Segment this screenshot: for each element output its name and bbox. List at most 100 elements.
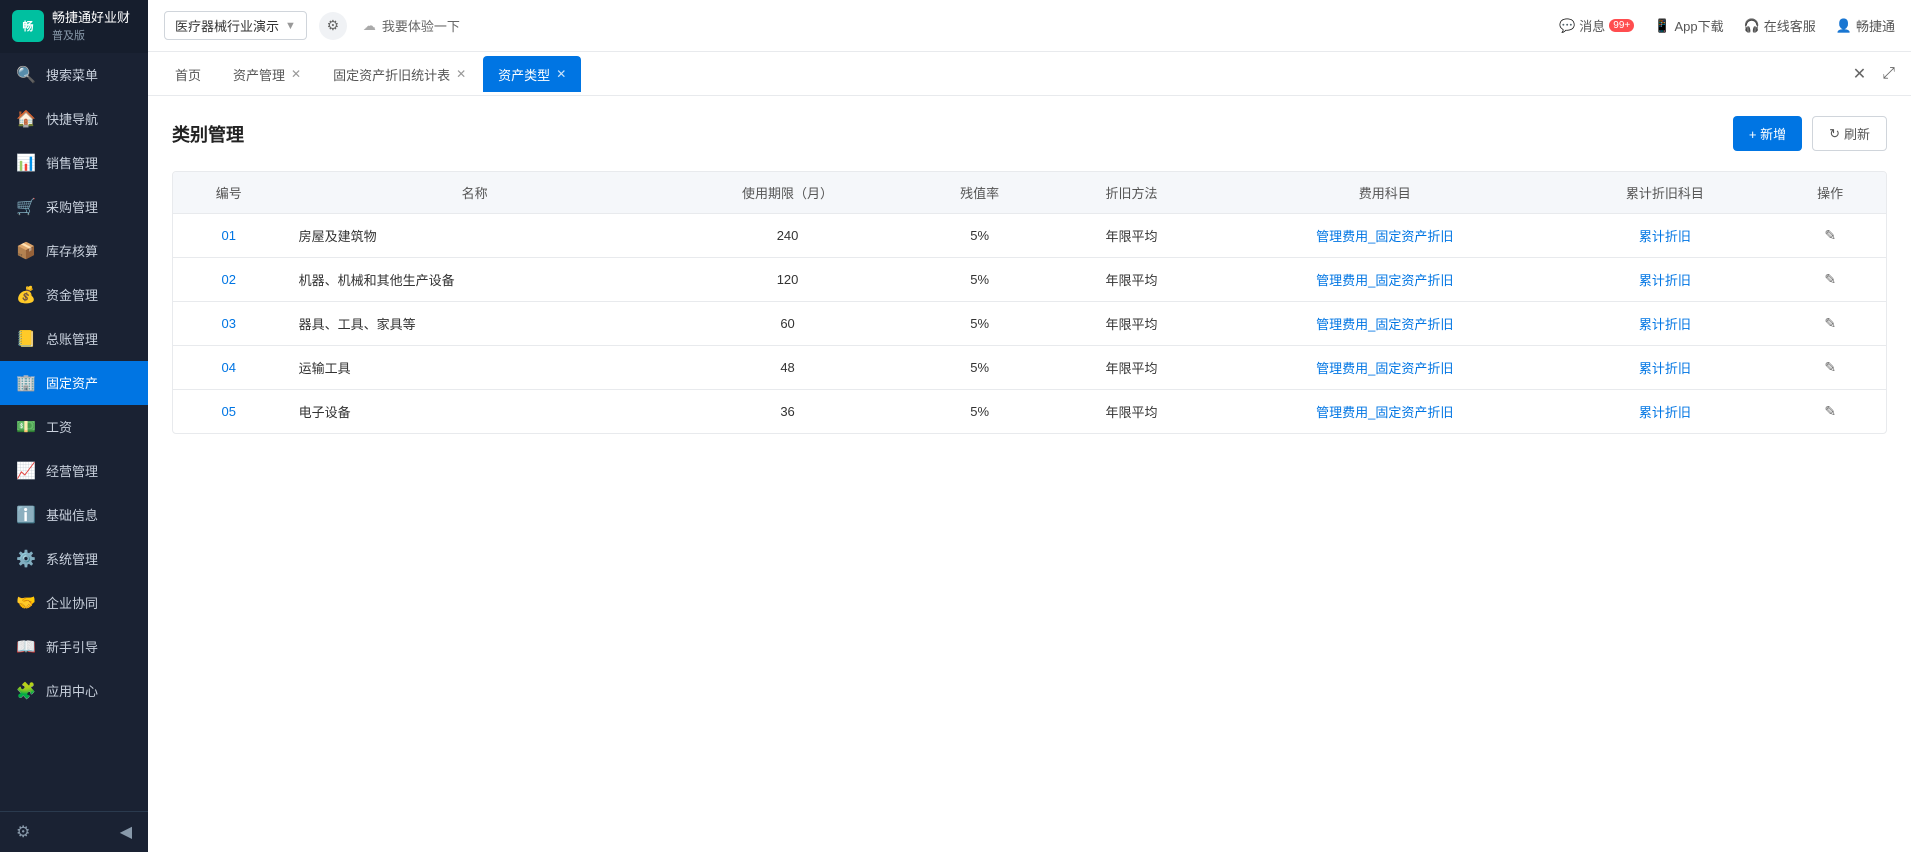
tab-home[interactable]: 首页	[160, 56, 216, 92]
sidebar-item-label: 经营管理	[46, 461, 98, 480]
company-selector[interactable]: 医疗器械行业演示 ▼	[164, 11, 307, 40]
data-table: 编号 名称 使用期限（月） 残值率 折旧方法 费用科目 累计折旧科目 操作 01…	[172, 171, 1887, 434]
ledger-icon: 📒	[16, 329, 36, 349]
logo-icon: 畅	[12, 10, 44, 42]
refresh-label: 刷新	[1844, 124, 1870, 143]
cell-useful-life: 60	[665, 302, 911, 346]
tabs-bar: 首页 资产管理 ✕ 固定资产折旧统计表 ✕ 资产类型 ✕ ✕ ⤢	[148, 52, 1911, 96]
sidebar-item-label: 固定资产	[46, 373, 98, 392]
collapse-icon[interactable]: ◀	[120, 822, 132, 842]
cell-expense-subject: 管理费用_固定资产折旧	[1214, 214, 1555, 258]
sidebar-item-ledger[interactable]: 📒 总账管理	[0, 317, 148, 361]
tab-depreciation-table[interactable]: 固定资产折旧统计表 ✕	[318, 56, 481, 92]
sidebar-item-search[interactable]: 🔍 搜索菜单	[0, 53, 148, 97]
window-expand-icon[interactable]: ⤢	[1878, 61, 1899, 87]
cell-residual-rate: 5%	[910, 258, 1048, 302]
message-button[interactable]: 💬 消息 99+	[1559, 16, 1634, 35]
sidebar-item-app-center[interactable]: 🧩 应用中心	[0, 669, 148, 713]
edit-button[interactable]: ✎	[1774, 390, 1886, 434]
cell-expense-subject: 管理费用_固定资产折旧	[1214, 346, 1555, 390]
tab-asset-type[interactable]: 资产类型 ✕	[483, 56, 581, 92]
col-operation: 操作	[1774, 172, 1886, 214]
sidebar-item-fixed-assets[interactable]: 🏢 固定资产	[0, 361, 148, 405]
app-download-button[interactable]: 📱 App下载	[1654, 16, 1723, 35]
cell-residual-rate: 5%	[910, 302, 1048, 346]
search-icon: 🔍	[16, 65, 36, 85]
experience-button[interactable]: ☁ 我要体验一下	[363, 16, 460, 35]
cell-depreciation-method: 年限平均	[1049, 346, 1214, 390]
sidebar-item-beginner[interactable]: 📖 新手引导	[0, 625, 148, 669]
cell-code: 01	[173, 214, 285, 258]
gear-icon: ⚙	[327, 17, 340, 34]
cell-useful-life: 36	[665, 390, 911, 434]
cell-name: 机器、机械和其他生产设备	[285, 258, 665, 302]
page-title: 类别管理	[172, 121, 244, 147]
phone-icon: 📱	[1654, 18, 1670, 34]
tab-label: 资产类型	[498, 65, 550, 84]
tab-asset-mgmt[interactable]: 资产管理 ✕	[218, 56, 316, 92]
content-area: 类别管理 + 新增 ↻ 刷新 编号 名称 使用期限（月） 残值率 折旧方法	[148, 96, 1911, 852]
cell-residual-rate: 5%	[910, 214, 1048, 258]
user-avatar-button[interactable]: 👤 畅捷通	[1836, 16, 1895, 35]
sidebar-item-payroll[interactable]: 💵 工资	[0, 405, 148, 449]
sidebar-item-sales[interactable]: 📊 销售管理	[0, 141, 148, 185]
sidebar-item-inventory[interactable]: 📦 库存核算	[0, 229, 148, 273]
edit-button[interactable]: ✎	[1774, 214, 1886, 258]
sidebar-item-operations[interactable]: 📈 经营管理	[0, 449, 148, 493]
sidebar-item-funds[interactable]: 💰 资金管理	[0, 273, 148, 317]
cell-residual-rate: 5%	[910, 346, 1048, 390]
beginner-icon: 📖	[16, 637, 36, 657]
system-icon: ⚙️	[16, 549, 36, 569]
cell-name: 房屋及建筑物	[285, 214, 665, 258]
sidebar-item-basic-info[interactable]: ℹ️ 基础信息	[0, 493, 148, 537]
cell-useful-life: 120	[665, 258, 911, 302]
cell-accumulated-subject: 累计折旧	[1555, 346, 1774, 390]
sidebar-bottom: ⚙ ◀	[0, 811, 148, 852]
cell-code: 04	[173, 346, 285, 390]
tab-close-icon[interactable]: ✕	[456, 68, 466, 80]
sales-icon: 📊	[16, 153, 36, 173]
cell-accumulated-subject: 累计折旧	[1555, 258, 1774, 302]
customer-service-button[interactable]: 🎧 在线客服	[1744, 16, 1816, 35]
edit-button[interactable]: ✎	[1774, 258, 1886, 302]
new-button[interactable]: + 新增	[1733, 116, 1802, 151]
settings-button[interactable]: ⚙	[319, 12, 347, 40]
sidebar-item-label: 系统管理	[46, 549, 98, 568]
col-accumulated-subject: 累计折旧科目	[1555, 172, 1774, 214]
message-icon: 💬	[1559, 18, 1575, 34]
settings-icon[interactable]: ⚙	[16, 822, 30, 842]
cell-depreciation-method: 年限平均	[1049, 214, 1214, 258]
topbar-right: 💬 消息 99+ 📱 App下载 🎧 在线客服 👤 畅捷通	[1559, 16, 1895, 35]
inventory-icon: 📦	[16, 241, 36, 261]
cell-depreciation-method: 年限平均	[1049, 258, 1214, 302]
col-code: 编号	[173, 172, 285, 214]
sidebar-item-label: 搜索菜单	[46, 65, 98, 84]
cell-accumulated-subject: 累计折旧	[1555, 390, 1774, 434]
sidebar-item-label: 总账管理	[46, 329, 98, 348]
basic-info-icon: ℹ️	[16, 505, 36, 525]
chevron-down-icon: ▼	[285, 20, 296, 32]
customer-service-label: 在线客服	[1764, 16, 1816, 35]
edit-button[interactable]: ✎	[1774, 302, 1886, 346]
user-name: 畅捷通	[1856, 16, 1895, 35]
edit-button[interactable]: ✎	[1774, 346, 1886, 390]
sidebar-nav: 🔍 搜索菜单 🏠 快捷导航 📊 销售管理 🛒 采购管理 📦 库存核算 💰 资金管…	[0, 53, 148, 811]
tab-label: 资产管理	[233, 65, 285, 84]
sidebar-item-quick-nav[interactable]: 🏠 快捷导航	[0, 97, 148, 141]
window-close-icon[interactable]: ✕	[1849, 60, 1870, 88]
logo-subtitle: 普及版	[52, 27, 130, 43]
app-download-label: App下载	[1674, 16, 1723, 35]
header-actions: + 新增 ↻ 刷新	[1733, 116, 1887, 151]
tab-close-icon[interactable]: ✕	[291, 68, 301, 80]
topbar: 医疗器械行业演示 ▼ ⚙ ☁ 我要体验一下 💬 消息 99+ 📱 App下载 🎧…	[148, 0, 1911, 52]
sidebar-item-label: 企业协同	[46, 593, 98, 612]
sidebar-item-purchase[interactable]: 🛒 采购管理	[0, 185, 148, 229]
cell-depreciation-method: 年限平均	[1049, 390, 1214, 434]
cell-residual-rate: 5%	[910, 390, 1048, 434]
refresh-button[interactable]: ↻ 刷新	[1812, 116, 1887, 151]
cell-name: 器具、工具、家具等	[285, 302, 665, 346]
table-row: 04 运输工具 48 5% 年限平均 管理费用_固定资产折旧 累计折旧 ✎	[173, 346, 1886, 390]
tab-close-icon[interactable]: ✕	[556, 68, 566, 80]
sidebar-item-system[interactable]: ⚙️ 系统管理	[0, 537, 148, 581]
sidebar-item-enterprise[interactable]: 🤝 企业协同	[0, 581, 148, 625]
